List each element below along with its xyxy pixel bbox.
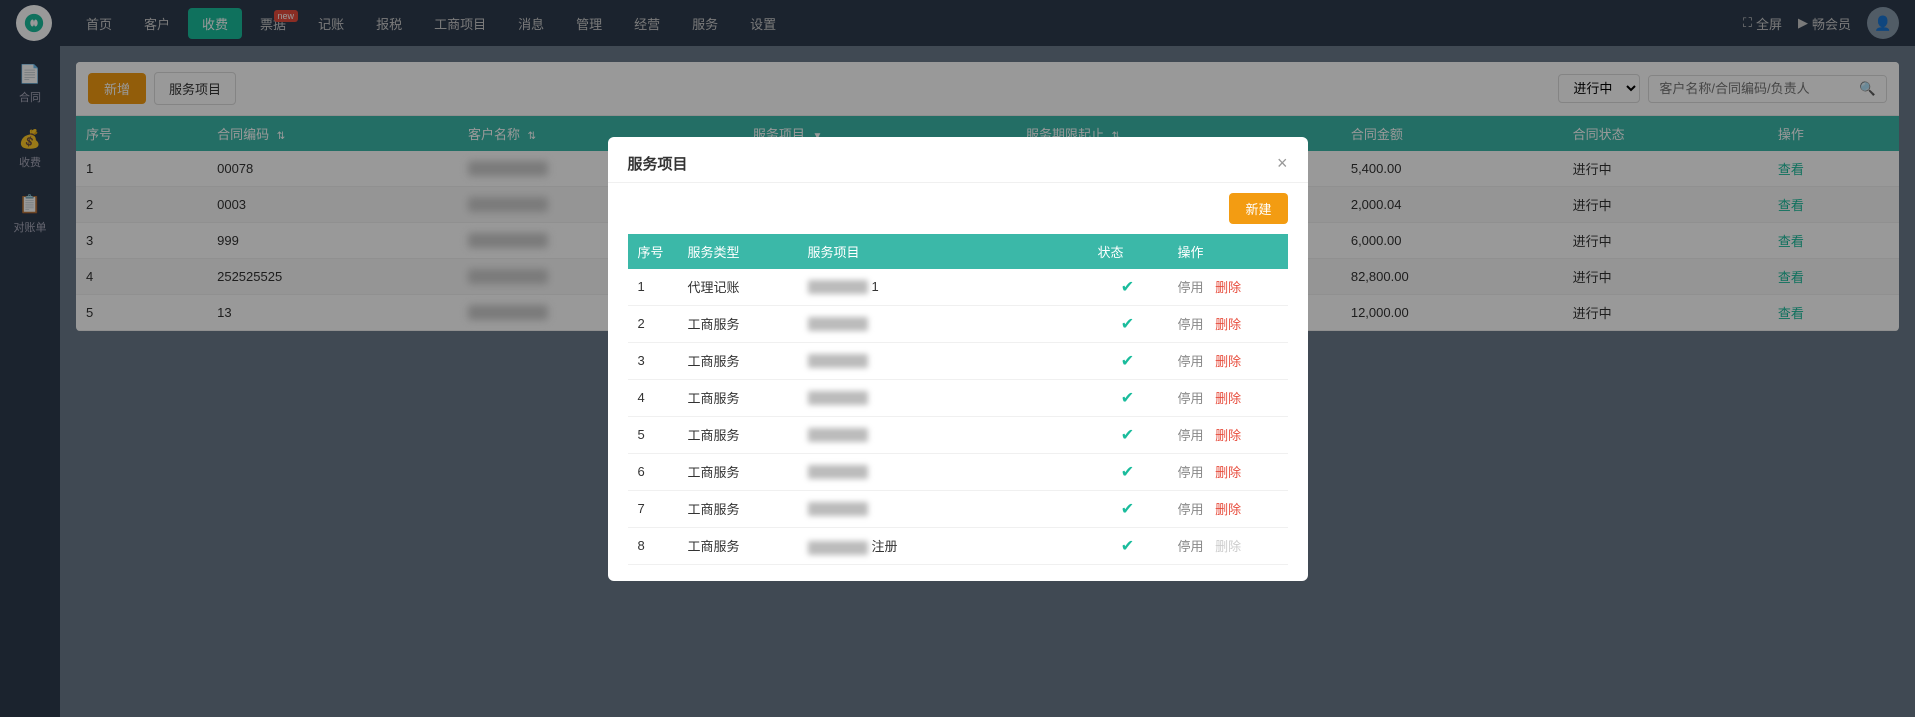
modal-cell-type: 工商服务 bbox=[678, 305, 798, 342]
modal-cell-item bbox=[798, 379, 1088, 416]
modal-cell-type: 工商服务 bbox=[678, 416, 798, 453]
modal-table-row: 4 工商服务 ✔ 停用 删除 bbox=[628, 379, 1288, 416]
delete-button[interactable]: 删除 bbox=[1215, 502, 1241, 517]
stop-button[interactable]: 停用 bbox=[1178, 428, 1204, 443]
stop-button[interactable]: 停用 bbox=[1178, 465, 1204, 480]
status-active-icon: ✔ bbox=[1121, 390, 1134, 407]
modal-cell-seq: 6 bbox=[628, 453, 678, 490]
delete-button[interactable]: 删除 bbox=[1215, 280, 1241, 295]
stop-button[interactable]: 停用 bbox=[1178, 317, 1204, 332]
status-active-icon: ✔ bbox=[1121, 316, 1134, 333]
delete-button[interactable]: 删除 bbox=[1215, 317, 1241, 332]
modal-table-row: 8 工商服务 注册 ✔ 停用 删除 bbox=[628, 527, 1288, 564]
modal-cell-status: ✔ bbox=[1088, 305, 1168, 342]
modal-cell-seq: 2 bbox=[628, 305, 678, 342]
status-active-icon: ✔ bbox=[1121, 501, 1134, 518]
modal-cell-seq: 8 bbox=[628, 527, 678, 564]
stop-button[interactable]: 停用 bbox=[1178, 539, 1204, 554]
modal-col-seq: 序号 bbox=[628, 234, 678, 269]
modal-cell-seq: 5 bbox=[628, 416, 678, 453]
modal-cell-type: 工商服务 bbox=[678, 342, 798, 379]
service-items-modal: 服务项目 × 新建 序号 服务类型 服务项目 状态 操作 bbox=[608, 137, 1308, 581]
modal-table-row: 3 工商服务 ✔ 停用 删除 bbox=[628, 342, 1288, 379]
modal-cell-status: ✔ bbox=[1088, 379, 1168, 416]
modal-cell-status: ✔ bbox=[1088, 453, 1168, 490]
modal-body: 序号 服务类型 服务项目 状态 操作 1 代理记账 1 ✔ 停用 删除 2 bbox=[608, 234, 1308, 581]
modal-cell-item: 1 bbox=[798, 269, 1088, 306]
modal-cell-type: 工商服务 bbox=[678, 379, 798, 416]
modal-cell-item bbox=[798, 490, 1088, 527]
modal-title: 服务项目 bbox=[628, 153, 688, 174]
modal-header: 服务项目 × bbox=[608, 137, 1308, 183]
delete-button[interactable]: 删除 bbox=[1215, 539, 1241, 554]
modal-cell-actions: 停用 删除 bbox=[1168, 490, 1288, 527]
modal-table-row: 2 工商服务 ✔ 停用 删除 bbox=[628, 305, 1288, 342]
modal-cell-status: ✔ bbox=[1088, 416, 1168, 453]
status-active-icon: ✔ bbox=[1121, 464, 1134, 481]
status-active-icon: ✔ bbox=[1121, 538, 1134, 555]
modal-table-row: 5 工商服务 ✔ 停用 删除 bbox=[628, 416, 1288, 453]
modal-cell-actions: 停用 删除 bbox=[1168, 527, 1288, 564]
modal-cell-seq: 1 bbox=[628, 269, 678, 306]
modal-cell-status: ✔ bbox=[1088, 342, 1168, 379]
modal-cell-item bbox=[798, 453, 1088, 490]
modal-table-row: 6 工商服务 ✔ 停用 删除 bbox=[628, 453, 1288, 490]
modal-cell-item bbox=[798, 342, 1088, 379]
stop-button[interactable]: 停用 bbox=[1178, 354, 1204, 369]
modal-table-row: 7 工商服务 ✔ 停用 删除 bbox=[628, 490, 1288, 527]
modal-cell-type: 工商服务 bbox=[678, 490, 798, 527]
stop-button[interactable]: 停用 bbox=[1178, 391, 1204, 406]
modal-cell-item: 注册 bbox=[798, 527, 1088, 564]
modal-cell-item bbox=[798, 416, 1088, 453]
delete-button[interactable]: 删除 bbox=[1215, 354, 1241, 369]
status-active-icon: ✔ bbox=[1121, 353, 1134, 370]
modal-cell-actions: 停用 删除 bbox=[1168, 269, 1288, 306]
modal-col-status: 状态 bbox=[1088, 234, 1168, 269]
status-active-icon: ✔ bbox=[1121, 279, 1134, 296]
modal-col-actions: 操作 bbox=[1168, 234, 1288, 269]
stop-button[interactable]: 停用 bbox=[1178, 502, 1204, 517]
modal-cell-item bbox=[798, 305, 1088, 342]
modal-cell-actions: 停用 删除 bbox=[1168, 379, 1288, 416]
modal-cell-seq: 4 bbox=[628, 379, 678, 416]
modal-cell-type: 工商服务 bbox=[678, 453, 798, 490]
modal-cell-seq: 3 bbox=[628, 342, 678, 379]
modal-cell-status: ✔ bbox=[1088, 527, 1168, 564]
modal-cell-type: 工商服务 bbox=[678, 527, 798, 564]
modal-cell-actions: 停用 删除 bbox=[1168, 416, 1288, 453]
modal-cell-status: ✔ bbox=[1088, 490, 1168, 527]
status-active-icon: ✔ bbox=[1121, 427, 1134, 444]
modal-cell-status: ✔ bbox=[1088, 269, 1168, 306]
modal-cell-type: 代理记账 bbox=[678, 269, 798, 306]
modal-toolbar: 新建 bbox=[608, 183, 1308, 234]
delete-button[interactable]: 删除 bbox=[1215, 391, 1241, 406]
modal-col-type: 服务类型 bbox=[678, 234, 798, 269]
modal-new-button[interactable]: 新建 bbox=[1229, 193, 1287, 224]
modal-cell-actions: 停用 删除 bbox=[1168, 342, 1288, 379]
service-items-table: 序号 服务类型 服务项目 状态 操作 1 代理记账 1 ✔ 停用 删除 2 bbox=[628, 234, 1288, 565]
modal-close-button[interactable]: × bbox=[1277, 153, 1288, 174]
modal-overlay[interactable]: 服务项目 × 新建 序号 服务类型 服务项目 状态 操作 bbox=[0, 0, 1915, 717]
delete-button[interactable]: 删除 bbox=[1215, 465, 1241, 480]
delete-button[interactable]: 删除 bbox=[1215, 428, 1241, 443]
stop-button[interactable]: 停用 bbox=[1178, 280, 1204, 295]
modal-cell-seq: 7 bbox=[628, 490, 678, 527]
modal-col-item: 服务项目 bbox=[798, 234, 1088, 269]
modal-cell-actions: 停用 删除 bbox=[1168, 305, 1288, 342]
modal-cell-actions: 停用 删除 bbox=[1168, 453, 1288, 490]
modal-table-row: 1 代理记账 1 ✔ 停用 删除 bbox=[628, 269, 1288, 306]
